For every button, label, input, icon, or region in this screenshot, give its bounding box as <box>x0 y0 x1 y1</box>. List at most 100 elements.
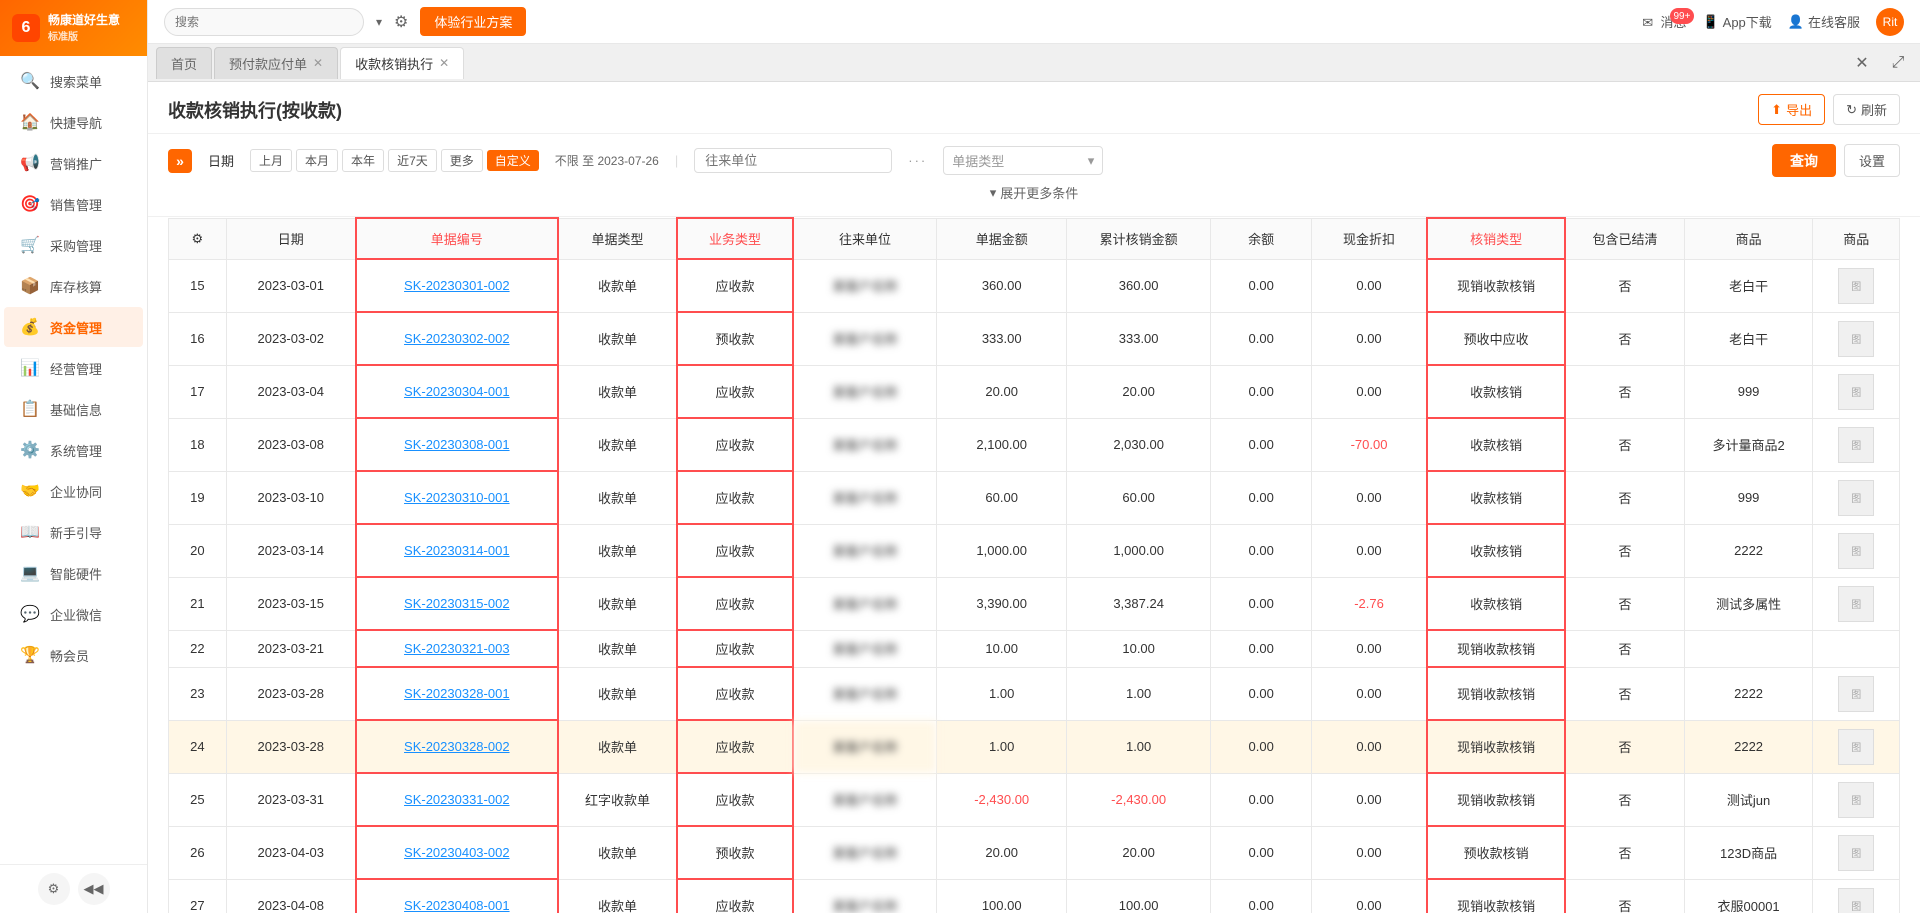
voucher-no-link[interactable]: SK-20230308-001 <box>404 437 510 452</box>
sidebar-item-label-purchase: 采购管理 <box>50 236 102 255</box>
tab-prepay[interactable]: 预付款应付单✕ <box>214 47 338 79</box>
voucher-no-link[interactable]: SK-20230321-003 <box>404 641 510 656</box>
cell-voucher-no[interactable]: SK-20230331-002 <box>356 773 558 826</box>
col-header-partner: 往来单位 <box>793 218 937 259</box>
voucher-no-link[interactable]: SK-20230408-001 <box>404 898 510 913</box>
tabbar: 首页预付款应付单✕收款核销执行✕ ✕ ⤢ <box>148 44 1920 82</box>
voucher-no-link[interactable]: SK-20230328-001 <box>404 686 510 701</box>
cell-index: 19 <box>169 471 227 524</box>
sidebar-item-marketing[interactable]: 📢 营销推广 <box>4 143 143 183</box>
online-service-btn[interactable]: 👤 在线客服 <box>1788 12 1860 31</box>
cell-voucher-no[interactable]: SK-20230408-001 <box>356 879 558 913</box>
table-row: 232023-03-28SK-20230328-001收款单应收款某客户名称1.… <box>169 667 1900 720</box>
voucher-no-link[interactable]: SK-20230331-002 <box>404 792 510 807</box>
message-icon-area[interactable]: ✉ 99+ 消息 <box>1642 12 1686 31</box>
cell-voucher-no[interactable]: SK-20230310-001 <box>356 471 558 524</box>
filter-expand-more-btn[interactable]: ▾ 展开更多条件 <box>990 183 1079 202</box>
date-btn-custom[interactable]: 自定义 <box>487 150 539 171</box>
goods-thumbnail-img: 图 <box>1838 480 1874 516</box>
cell-acc-amount: 2,030.00 <box>1067 418 1211 471</box>
date-btn-this-year[interactable]: 本年 <box>342 149 384 172</box>
voucher-no-link[interactable]: SK-20230301-002 <box>404 278 510 293</box>
sidebar-item-sales[interactable]: 🎯 销售管理 <box>4 184 143 224</box>
sidebar-item-operation[interactable]: 📊 经营管理 <box>4 348 143 388</box>
tab-home[interactable]: 首页 <box>156 47 212 79</box>
cell-write-off-type: 现销收款核销 <box>1427 667 1565 720</box>
table-scroll[interactable]: ⚙日期单据编号单据类型业务类型往来单位单据金额累计核销金额余额现金折扣核销类型包… <box>168 217 1900 913</box>
voucher-no-link[interactable]: SK-20230315-002 <box>404 596 510 611</box>
voucher-no-link[interactable]: SK-20230403-002 <box>404 845 510 860</box>
cell-cash-discount: 0.00 <box>1312 524 1427 577</box>
sidebar-item-search[interactable]: 🔍 搜索菜单 <box>4 61 143 101</box>
cell-goods: 测试多属性 <box>1684 577 1813 630</box>
goods-thumbnail-img: 图 <box>1838 427 1874 463</box>
topbar-search-input[interactable] <box>164 8 364 36</box>
cell-voucher-no[interactable]: SK-20230308-001 <box>356 418 558 471</box>
sidebar-item-quicknav[interactable]: 🏠 快捷导航 <box>4 102 143 142</box>
date-btn-more[interactable]: 更多 <box>441 149 483 172</box>
query-btn[interactable]: 查询 <box>1772 144 1836 177</box>
cell-acc-amount: 333.00 <box>1067 312 1211 365</box>
voucher-no-link[interactable]: SK-20230304-001 <box>404 384 510 399</box>
tab-label-home: 首页 <box>171 54 197 73</box>
voucher-no-link[interactable]: SK-20230328-002 <box>404 739 510 754</box>
solution-btn[interactable]: 体验行业方案 <box>420 7 526 36</box>
sidebar-settings-btn[interactable]: ⚙ <box>38 873 70 905</box>
tab-close-prepay[interactable]: ✕ <box>313 56 323 70</box>
voucher-no-link[interactable]: SK-20230302-002 <box>404 331 510 346</box>
user-avatar[interactable]: Rit <box>1876 8 1904 36</box>
cell-biz-type: 应收款 <box>677 471 792 524</box>
cell-voucher-no[interactable]: SK-20230302-002 <box>356 312 558 365</box>
refresh-btn[interactable]: ↻ 刷新 <box>1833 94 1900 125</box>
voucher-type-select[interactable]: 单据类型 ▾ <box>943 146 1103 175</box>
sidebar-item-member[interactable]: 🏆 畅会员 <box>4 635 143 675</box>
cell-voucher-no[interactable]: SK-20230315-002 <box>356 577 558 630</box>
cell-goods-thumbnail: 图 <box>1813 720 1900 773</box>
app-download-btn[interactable]: 📱 App下载 <box>1702 12 1771 31</box>
cell-date: 2023-03-08 <box>226 418 356 471</box>
cell-voucher-no[interactable]: SK-20230314-001 <box>356 524 558 577</box>
sidebar-item-label-member: 畅会员 <box>50 646 89 665</box>
cell-index: 20 <box>169 524 227 577</box>
tab-close-receipts[interactable]: ✕ <box>439 56 449 70</box>
cell-acc-amount: 360.00 <box>1067 259 1211 312</box>
partner-input[interactable] <box>694 148 892 173</box>
sidebar-item-hardware[interactable]: 💻 智能硬件 <box>4 553 143 593</box>
cell-voucher-no[interactable]: SK-20230328-002 <box>356 720 558 773</box>
close-window-btn[interactable]: ✕ <box>1848 49 1876 77</box>
cell-goods-thumbnail: 图 <box>1813 524 1900 577</box>
tab-receipts[interactable]: 收款核销执行✕ <box>340 47 464 79</box>
sidebar-item-purchase[interactable]: 🛒 采购管理 <box>4 225 143 265</box>
sidebar-collapse-btn[interactable]: ◀◀ <box>78 873 110 905</box>
settings-btn[interactable]: 设置 <box>1844 144 1900 177</box>
cell-voucher-no[interactable]: SK-20230321-003 <box>356 630 558 667</box>
date-btn-last-month[interactable]: 上月 <box>250 149 292 172</box>
export-btn[interactable]: ⬆ 导出 <box>1758 94 1825 125</box>
topbar-gear-icon[interactable]: ⚙ <box>394 12 408 32</box>
filter-sep1: | <box>675 153 678 168</box>
sidebar-item-inventory[interactable]: 📦 库存核算 <box>4 266 143 306</box>
cell-balance: 0.00 <box>1211 524 1312 577</box>
cell-voucher-no[interactable]: SK-20230403-002 <box>356 826 558 879</box>
cell-voucher-no[interactable]: SK-20230304-001 <box>356 365 558 418</box>
sidebar-item-system[interactable]: ⚙️ 系统管理 <box>4 430 143 470</box>
date-label: 日期 <box>208 151 234 170</box>
cell-voucher-no[interactable]: SK-20230328-001 <box>356 667 558 720</box>
voucher-no-link[interactable]: SK-20230310-001 <box>404 490 510 505</box>
sidebar-item-basic[interactable]: 📋 基础信息 <box>4 389 143 429</box>
cell-voucher-no[interactable]: SK-20230301-002 <box>356 259 558 312</box>
date-btn-7days[interactable]: 近7天 <box>388 149 437 172</box>
col-header-biz_type: 业务类型 <box>677 218 792 259</box>
topbar-dropdown-btn[interactable]: ▾ <box>376 15 382 29</box>
sidebar-item-finance[interactable]: 💰 资金管理 <box>4 307 143 347</box>
expand-window-btn[interactable]: ⤢ <box>1884 49 1912 77</box>
goods-thumbnail-img: 图 <box>1838 835 1874 871</box>
date-btn-this-month[interactable]: 本月 <box>296 149 338 172</box>
filter-expand-btn[interactable]: » <box>168 149 192 173</box>
sidebar-item-guide[interactable]: 📖 新手引导 <box>4 512 143 552</box>
sidebar-item-enterprise[interactable]: 🤝 企业协同 <box>4 471 143 511</box>
voucher-no-link[interactable]: SK-20230314-001 <box>404 543 510 558</box>
cell-acc-amount: 1.00 <box>1067 720 1211 773</box>
sidebar-item-wechat[interactable]: 💬 企业微信 <box>4 594 143 634</box>
cell-date: 2023-03-10 <box>226 471 356 524</box>
